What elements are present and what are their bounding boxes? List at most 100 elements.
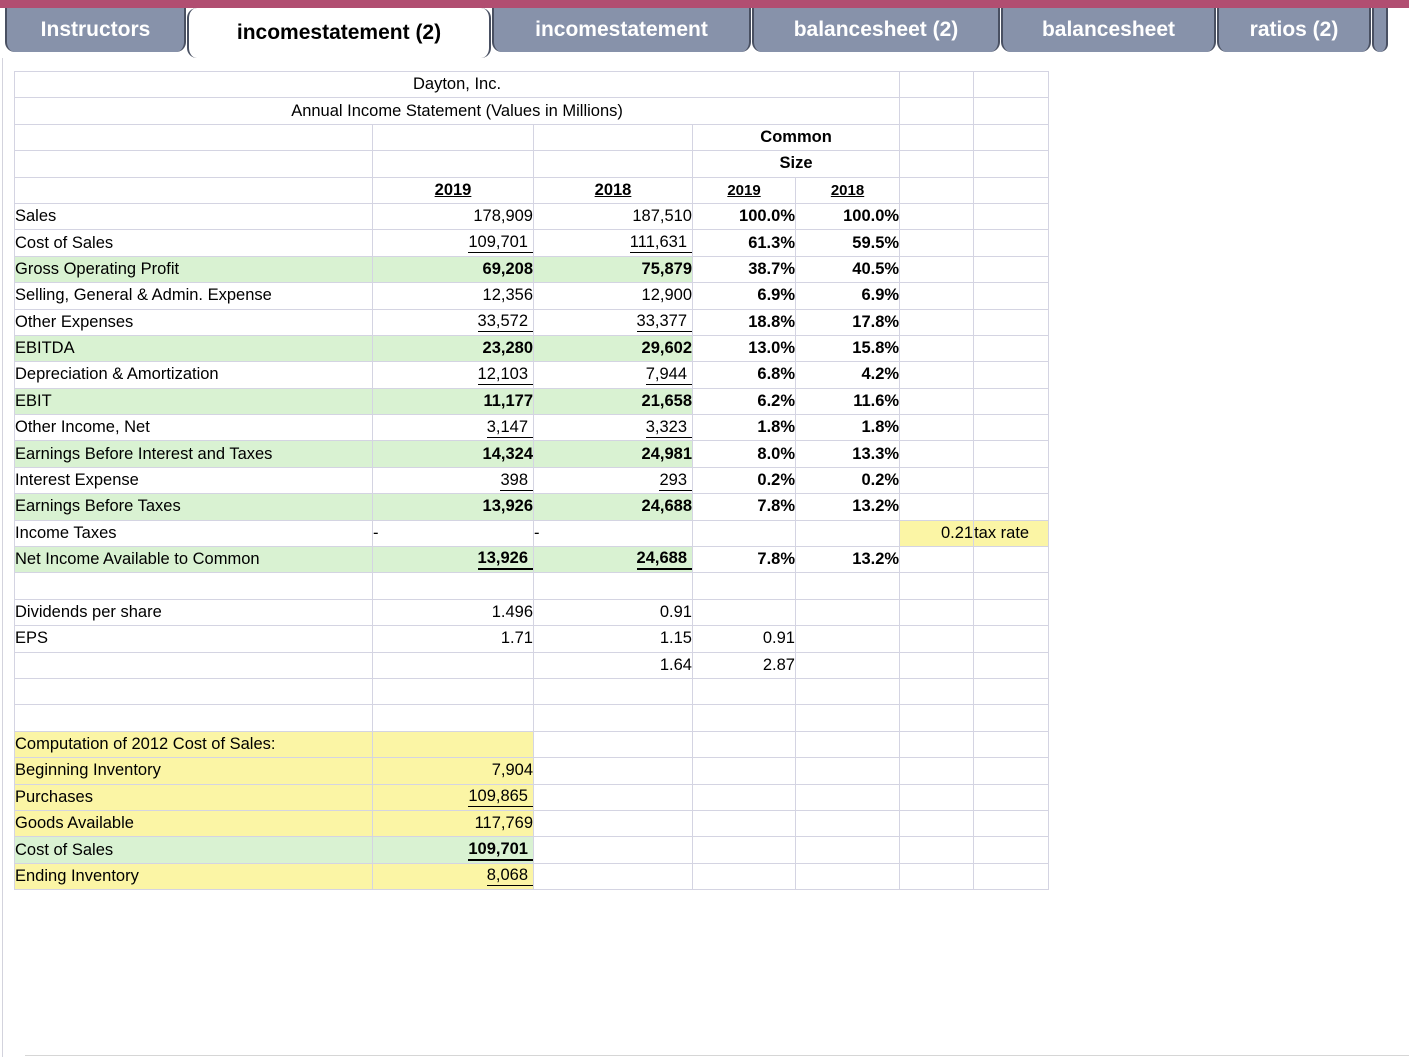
tab-balancesheet[interactable]: balancesheet <box>1001 8 1216 52</box>
cell[interactable] <box>974 467 1049 493</box>
row-label-cell[interactable]: Other Expenses <box>15 309 373 335</box>
cell[interactable] <box>974 837 1049 863</box>
cell[interactable] <box>900 494 974 520</box>
row-label-cell[interactable]: Computation of 2012 Cost of Sales: <box>15 731 373 757</box>
cell[interactable] <box>974 863 1049 889</box>
common-size-2018-cell[interactable]: 1.8% <box>796 415 900 441</box>
value-2018-cell[interactable] <box>534 758 693 784</box>
cell[interactable] <box>900 599 974 625</box>
cell[interactable] <box>974 494 1049 520</box>
value-2019-cell[interactable]: 13,926 <box>373 494 534 520</box>
cell[interactable] <box>900 705 974 731</box>
value-2018-cell[interactable]: 24,688 <box>534 547 693 573</box>
common-size-2018-cell[interactable]: 4.2% <box>796 362 900 388</box>
value-2018-cell[interactable]: 7,944 <box>534 362 693 388</box>
row-label-cell[interactable] <box>15 678 373 704</box>
tax-rate-value-cell[interactable]: 0.21 <box>900 520 974 546</box>
row-label-cell[interactable]: Goods Available <box>15 810 373 836</box>
tab-balancesheet-2[interactable]: balancesheet (2) <box>752 8 1000 52</box>
cell[interactable] <box>900 256 974 282</box>
common-size-2018-cell[interactable]: 0.2% <box>796 467 900 493</box>
common-size-2019-cell[interactable]: 8.0% <box>693 441 796 467</box>
year-header-2019-cell[interactable]: 2019 <box>373 177 534 203</box>
cell[interactable] <box>900 283 974 309</box>
cell[interactable] <box>15 177 373 203</box>
value-2019-cell[interactable]: 109,701 <box>373 837 534 863</box>
value-2018-cell[interactable] <box>534 784 693 810</box>
value-2018-cell[interactable]: 293 <box>534 467 693 493</box>
common-size-2018-cell[interactable] <box>796 678 900 704</box>
value-2019-cell[interactable]: 7,904 <box>373 758 534 784</box>
value-2019-cell[interactable]: 178,909 <box>373 203 534 229</box>
value-2018-cell[interactable]: 21,658 <box>534 388 693 414</box>
common-size-2018-cell[interactable] <box>796 837 900 863</box>
common-size-2018-cell[interactable] <box>796 810 900 836</box>
value-2018-cell[interactable]: 33,377 <box>534 309 693 335</box>
cell[interactable] <box>900 547 974 573</box>
year-header-2018-cell[interactable]: 2018 <box>534 177 693 203</box>
cell[interactable] <box>900 151 974 177</box>
value-2018-cell[interactable]: 75,879 <box>534 256 693 282</box>
value-2019-cell[interactable]: 109,701 <box>373 230 534 256</box>
value-2019-cell[interactable]: 11,177 <box>373 388 534 414</box>
cell[interactable] <box>974 626 1049 652</box>
cell[interactable] <box>974 705 1049 731</box>
cell[interactable] <box>974 203 1049 229</box>
cell[interactable] <box>974 98 1049 124</box>
common-size-2019-cell[interactable] <box>693 705 796 731</box>
cell[interactable] <box>974 335 1049 361</box>
cell[interactable] <box>974 72 1049 98</box>
value-2018-cell[interactable]: 12,900 <box>534 283 693 309</box>
common-year-2018-cell[interactable]: 2018 <box>796 177 900 203</box>
row-label-cell[interactable]: Earnings Before Taxes <box>15 494 373 520</box>
row-label-cell[interactable]: Other Income, Net <box>15 415 373 441</box>
value-2019-cell[interactable] <box>373 731 534 757</box>
value-2019-cell[interactable] <box>373 573 534 599</box>
common-size-2019-cell[interactable] <box>693 810 796 836</box>
common-size-2019-cell[interactable]: 13.0% <box>693 335 796 361</box>
common-size-2018-cell[interactable] <box>796 758 900 784</box>
cell[interactable] <box>900 177 974 203</box>
sheet-subtitle-cell[interactable]: Annual Income Statement (Values in Milli… <box>15 98 900 124</box>
value-2019-cell[interactable]: - <box>373 520 534 546</box>
common-size-2019-cell[interactable] <box>693 863 796 889</box>
value-2019-cell[interactable] <box>373 705 534 731</box>
cell[interactable] <box>974 362 1049 388</box>
cell[interactable] <box>974 441 1049 467</box>
row-label-cell[interactable]: Sales <box>15 203 373 229</box>
common-size-2018-cell[interactable]: 17.8% <box>796 309 900 335</box>
common-size-2019-cell[interactable]: 6.9% <box>693 283 796 309</box>
cell[interactable] <box>974 758 1049 784</box>
cell[interactable] <box>974 151 1049 177</box>
cell[interactable] <box>974 731 1049 757</box>
common-size-2019-cell[interactable]: 0.91 <box>693 626 796 652</box>
value-2019-cell[interactable]: 117,769 <box>373 810 534 836</box>
cell[interactable] <box>900 415 974 441</box>
cell[interactable] <box>900 810 974 836</box>
cell[interactable] <box>974 256 1049 282</box>
cell[interactable] <box>900 72 974 98</box>
cell[interactable] <box>974 415 1049 441</box>
row-label-cell[interactable]: Depreciation & Amortization <box>15 362 373 388</box>
value-2018-cell[interactable]: - <box>534 520 693 546</box>
common-size-2019-cell[interactable]: 7.8% <box>693 547 796 573</box>
common-size-2019-cell[interactable]: 6.2% <box>693 388 796 414</box>
common-size-2019-cell[interactable] <box>693 573 796 599</box>
common-size-2018-cell[interactable]: 13.2% <box>796 494 900 520</box>
tab-incomestatement-2[interactable]: incomestatement (2) <box>187 8 491 58</box>
row-label-cell[interactable]: Cost of Sales <box>15 230 373 256</box>
cell[interactable] <box>900 784 974 810</box>
value-2019-cell[interactable]: 3,147 <box>373 415 534 441</box>
common-size-2018-cell[interactable]: 6.9% <box>796 283 900 309</box>
common-size-2018-cell[interactable] <box>796 863 900 889</box>
value-2018-cell[interactable]: 24,981 <box>534 441 693 467</box>
cell[interactable] <box>974 678 1049 704</box>
value-2019-cell[interactable]: 1.496 <box>373 599 534 625</box>
row-label-cell[interactable] <box>15 705 373 731</box>
cell[interactable] <box>900 573 974 599</box>
tab-partial[interactable] <box>1372 8 1388 52</box>
value-2018-cell[interactable]: 187,510 <box>534 203 693 229</box>
row-label-cell[interactable]: Gross Operating Profit <box>15 256 373 282</box>
row-label-cell[interactable]: EBITDA <box>15 335 373 361</box>
value-2019-cell[interactable]: 14,324 <box>373 441 534 467</box>
